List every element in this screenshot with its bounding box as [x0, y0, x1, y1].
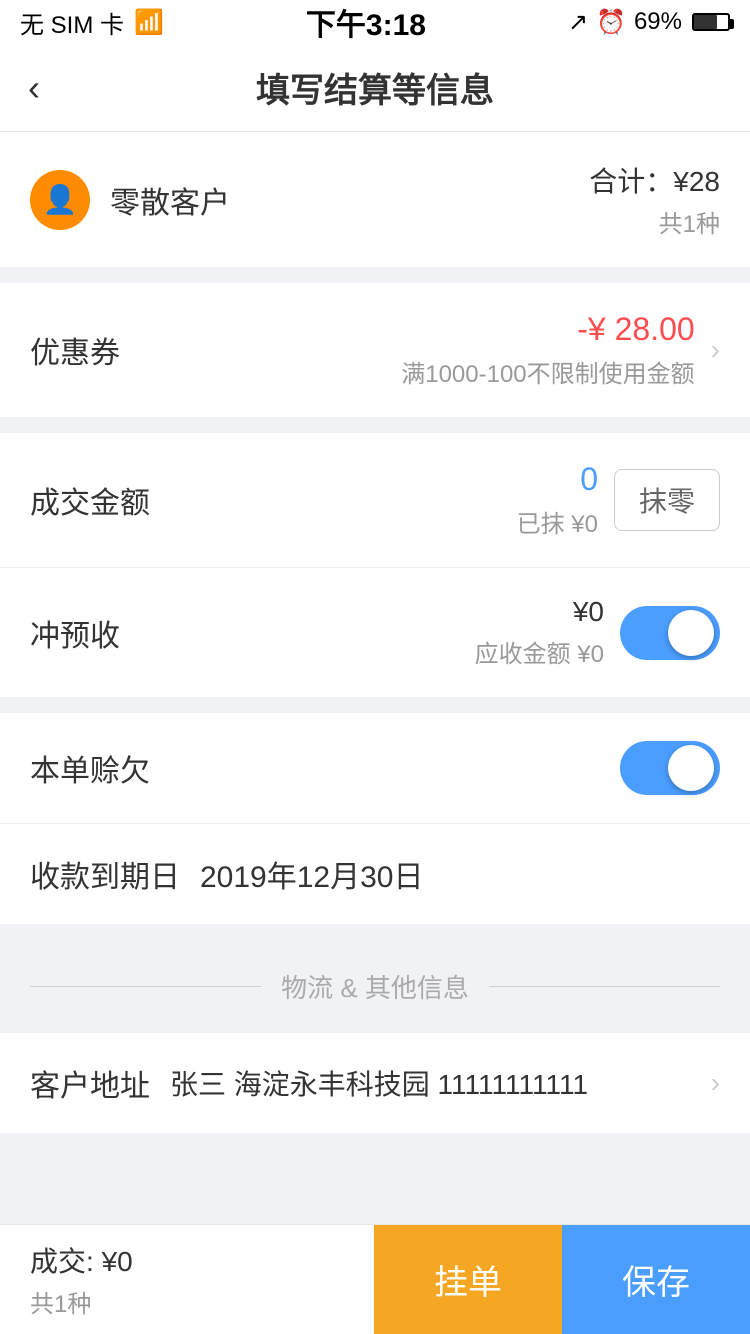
- deal-amount-row: 成交金额 0 已抹 ¥0 抹零: [0, 433, 750, 568]
- battery-percent: 69%: [634, 8, 682, 36]
- prepaid-sub: 应收金额 ¥0: [475, 634, 604, 669]
- prepaid-row: 冲预收 ¥0 应收金额 ¥0: [0, 568, 750, 697]
- coupon-label: 优惠券: [30, 328, 120, 372]
- address-label: 客户地址: [30, 1061, 150, 1105]
- bottom-deal-value: ¥0: [102, 1246, 133, 1277]
- debt-toggle[interactable]: [620, 741, 720, 795]
- location-icon: ↗: [568, 8, 588, 37]
- total-count: 共1种: [589, 204, 720, 239]
- status-bar: 无 SIM 卡 📶 下午3:18 ↗ ⏰ 69%: [0, 0, 750, 44]
- bottom-deal-label: 成交:: [30, 1246, 94, 1277]
- content: 👤 零散客户 合计：¥28 共1种 优惠券 -¥ 28.00 满1000-100…: [0, 132, 750, 1269]
- coupon-right: -¥ 28.00 满1000-100不限制使用金额 ›: [401, 311, 720, 389]
- coupon-row[interactable]: 优惠券 -¥ 28.00 满1000-100不限制使用金额 ›: [0, 283, 750, 417]
- coupon-value-wrap: -¥ 28.00 满1000-100不限制使用金额: [401, 311, 694, 389]
- chevron-right-icon: ›: [711, 334, 720, 366]
- address-section[interactable]: 客户地址 张三 海淀永丰科技园 11111111111 ›: [0, 1033, 750, 1133]
- wifi-icon: 📶: [134, 8, 164, 37]
- avatar: 👤: [30, 170, 90, 230]
- logistics-label: 物流 & 其他信息: [281, 968, 469, 1005]
- due-date-row: 收款到期日 2019年12月30日: [0, 824, 750, 924]
- deal-value: 0: [517, 461, 598, 498]
- toggle-knob: [668, 610, 714, 656]
- save-button[interactable]: 保存: [562, 1225, 750, 1334]
- alarm-icon: ⏰: [596, 8, 626, 37]
- address-chevron-icon: ›: [711, 1067, 720, 1099]
- deal-section: 成交金额 0 已抹 ¥0 抹零 冲预收 ¥0 应收金额 ¥0: [0, 433, 750, 697]
- prepaid-value-wrap: ¥0 应收金额 ¥0: [475, 596, 604, 669]
- coupon-discount: -¥ 28.00: [401, 311, 694, 348]
- bottom-info: 成交: ¥0 共1种: [0, 1225, 374, 1334]
- debt-right: [620, 741, 720, 795]
- back-button[interactable]: ‹: [28, 67, 40, 109]
- debt-toggle-knob: [668, 745, 714, 791]
- divider-line-left: [30, 986, 261, 987]
- prepaid-right: ¥0 应收金额 ¥0: [475, 596, 720, 669]
- coupon-section[interactable]: 优惠券 -¥ 28.00 满1000-100不限制使用金额 ›: [0, 283, 750, 417]
- customer-section: 👤 零散客户 合计：¥28 共1种: [0, 132, 750, 267]
- prepaid-label: 冲预收: [30, 611, 120, 655]
- prepaid-toggle[interactable]: [620, 606, 720, 660]
- debt-label: 本单赊欠: [30, 746, 150, 790]
- status-bar-time: 下午3:18: [306, 0, 426, 44]
- due-date-value: 2019年12月30日: [200, 852, 423, 896]
- customer-total: 合计：¥28 共1种: [589, 160, 720, 239]
- coupon-desc: 满1000-100不限制使用金额: [401, 354, 694, 389]
- deal-value-wrap: 0 已抹 ¥0: [517, 461, 598, 539]
- bottom-count: 共1种: [30, 1284, 344, 1319]
- prepaid-value: ¥0: [475, 596, 604, 628]
- hang-button[interactable]: 挂单: [374, 1225, 562, 1334]
- total-amount: 合计：¥28: [589, 160, 720, 200]
- customer-left: 👤 零散客户: [30, 170, 230, 230]
- deal-label: 成交金额: [30, 478, 150, 522]
- bottom-bar: 成交: ¥0 共1种 挂单 保存: [0, 1224, 750, 1334]
- bottom-deal-row: 成交: ¥0: [30, 1240, 344, 1280]
- logistics-divider: 物流 & 其他信息: [0, 940, 750, 1033]
- round-zero-button[interactable]: 抹零: [614, 469, 720, 531]
- divider-line-right: [489, 986, 720, 987]
- nav-bar: ‹ 填写结算等信息: [0, 44, 750, 132]
- customer-row: 👤 零散客户 合计：¥28 共1种: [0, 132, 750, 267]
- deal-right: 0 已抹 ¥0 抹零: [517, 461, 720, 539]
- status-bar-right: ↗ ⏰ 69%: [568, 8, 730, 37]
- carrier-label: 无 SIM 卡: [20, 5, 124, 40]
- customer-name: 零散客户: [110, 178, 230, 222]
- page-title: 填写结算等信息: [256, 63, 494, 112]
- due-date-label: 收款到期日: [30, 852, 180, 896]
- address-row[interactable]: 客户地址 张三 海淀永丰科技园 11111111111 ›: [0, 1033, 750, 1133]
- debt-section: 本单赊欠 收款到期日 2019年12月30日: [0, 713, 750, 924]
- deal-sub: 已抹 ¥0: [517, 504, 598, 539]
- debt-row: 本单赊欠: [0, 713, 750, 824]
- avatar-icon: 👤: [43, 183, 78, 216]
- address-value: 张三 海淀永丰科技园 11111111111: [170, 1063, 711, 1103]
- battery-icon: [692, 13, 730, 31]
- status-bar-left: 无 SIM 卡 📶: [20, 5, 164, 40]
